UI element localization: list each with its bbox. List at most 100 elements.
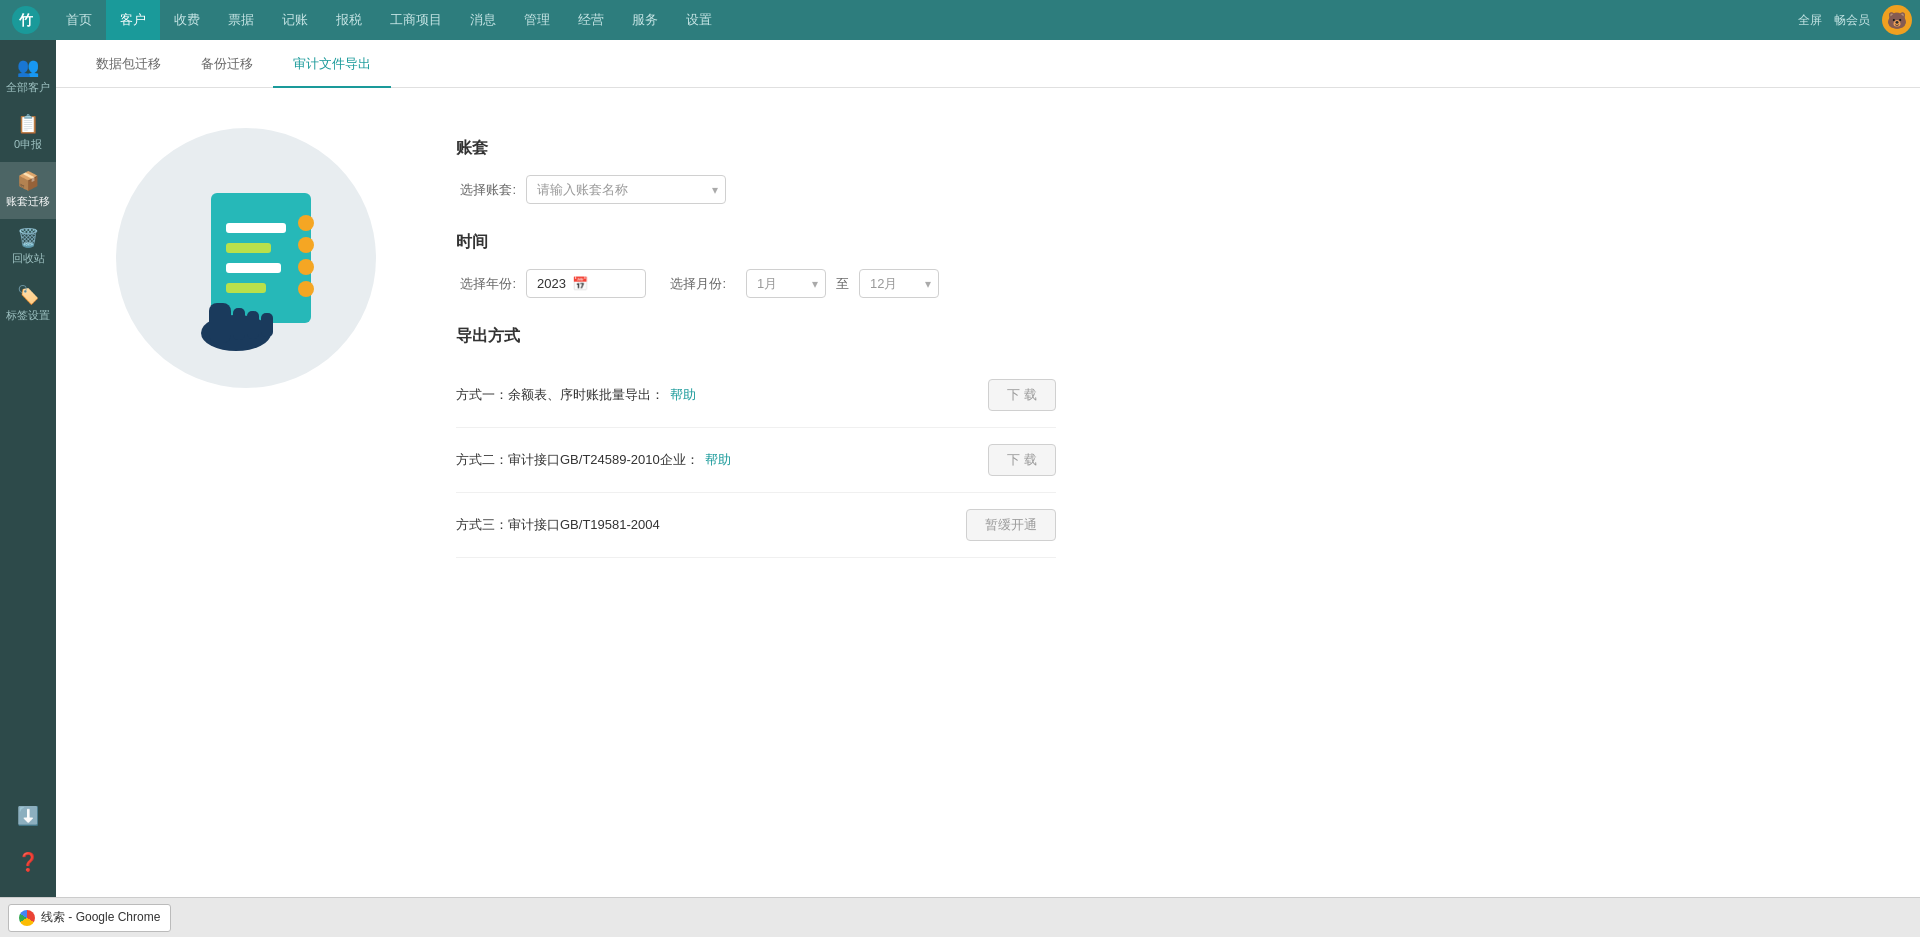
taskbar: 线索 - Google Chrome xyxy=(0,897,1920,937)
export-method-1-label: 方式一：余额表、序时账批量导出： 帮助 xyxy=(456,386,696,404)
export-section-title: 导出方式 xyxy=(456,326,1056,347)
help-icon: ❓ xyxy=(17,853,39,871)
export-method-1-text: 方式一：余额表、序时账批量导出： xyxy=(456,386,664,404)
nav-operations[interactable]: 经营 xyxy=(564,0,618,40)
fullscreen-button[interactable]: 全屏 xyxy=(1798,12,1822,29)
sidebar-item-account-migration[interactable]: 📦 账套迁移 xyxy=(0,162,56,219)
start-month-wrapper: 1月2月3月 4月5月6月 7月8月9月 10月11月12月 xyxy=(746,269,826,298)
sidebar-label-account-migration: 账套迁移 xyxy=(6,194,50,209)
account-select-row: 选择账套: 请输入账套名称 xyxy=(456,175,1056,204)
svg-rect-12 xyxy=(209,303,231,343)
nav-clients[interactable]: 客户 xyxy=(106,0,160,40)
export-method-2-label: 方式二：审计接口GB/T24589-2010企业： 帮助 xyxy=(456,451,731,469)
svg-rect-5 xyxy=(226,263,281,273)
account-migration-icon: 📦 xyxy=(17,172,39,190)
nav-accounting[interactable]: 记账 xyxy=(268,0,322,40)
sidebar-item-tag-settings[interactable]: 🏷️ 标签设置 xyxy=(0,276,56,333)
zero-filing-icon: 📋 xyxy=(17,115,39,133)
sidebar-item-recycle[interactable]: 🗑️ 回收站 xyxy=(0,219,56,276)
year-select-label: 选择年份: xyxy=(456,275,516,293)
form-area: 账套 选择账套: 请输入账套名称 时间 选择年份: 2023 xyxy=(456,128,1056,558)
content-area: 数据包迁移 备份迁移 审计文件导出 xyxy=(56,40,1920,897)
svg-rect-6 xyxy=(226,283,266,293)
end-month-select[interactable]: 1月2月3月 4月5月6月 7月8月9月 10月11月12月 xyxy=(859,269,939,298)
nav-services[interactable]: 服务 xyxy=(618,0,672,40)
illustration-circle xyxy=(116,128,376,388)
export-method-1-download-button[interactable]: 下 载 xyxy=(988,379,1056,411)
sidebar-label-tag-settings: 标签设置 xyxy=(6,308,50,323)
export-method-2-download-button[interactable]: 下 载 xyxy=(988,444,1056,476)
account-select-wrapper: 请输入账套名称 xyxy=(526,175,726,204)
time-row: 2023 📅 选择月份: 1月2月3月 4月5月6月 7月8月9月 10月11月… xyxy=(526,269,939,298)
top-navigation: 竹 首页 客户 收费 票据 记账 报税 工商项目 消息 管理 经营 服务 设置 … xyxy=(0,0,1920,40)
time-select-row: 选择年份: 2023 📅 选择月份: 1月2月3月 4月5月6月 7月8月9月 xyxy=(456,269,1056,298)
export-method-3-text: 方式三：审计接口GB/T19581-2004 xyxy=(456,516,660,534)
member-button[interactable]: 畅会员 xyxy=(1834,12,1870,29)
end-month-wrapper: 1月2月3月 4月5月6月 7月8月9月 10月11月12月 xyxy=(859,269,939,298)
nav-home[interactable]: 首页 xyxy=(52,0,106,40)
taskbar-chrome-label: 线索 - Google Chrome xyxy=(41,909,160,926)
sidebar-label-recycle: 回收站 xyxy=(12,251,45,266)
export-method-2-row: 方式二：审计接口GB/T24589-2010企业： 帮助 下 载 xyxy=(456,428,1056,493)
sidebar-help[interactable]: ❓ xyxy=(0,843,56,881)
svg-text:竹: 竹 xyxy=(18,12,33,28)
time-section-title: 时间 xyxy=(456,232,1056,253)
svg-rect-14 xyxy=(247,311,259,339)
sidebar-item-all-clients[interactable]: 👥 全部客户 xyxy=(0,48,56,105)
sidebar-item-zero-filing[interactable]: 📋 0申报 xyxy=(0,105,56,162)
svg-rect-15 xyxy=(261,313,273,337)
nav-messages[interactable]: 消息 xyxy=(456,0,510,40)
to-text: 至 xyxy=(836,275,849,293)
sidebar: 👥 全部客户 📋 0申报 📦 账套迁移 🗑️ 回收站 🏷️ 标签设置 ⬇️ ❓ xyxy=(0,40,56,897)
svg-rect-2 xyxy=(211,193,311,323)
chrome-icon xyxy=(19,910,35,926)
export-method-3-row: 方式三：审计接口GB/T19581-2004 暂缓开通 xyxy=(456,493,1056,558)
export-method-1-row: 方式一：余额表、序时账批量导出： 帮助 下 载 xyxy=(456,363,1056,428)
main-layout: 👥 全部客户 📋 0申报 📦 账套迁移 🗑️ 回收站 🏷️ 标签设置 ⬇️ ❓ xyxy=(0,40,1920,897)
nav-settings[interactable]: 设置 xyxy=(672,0,726,40)
nav-business[interactable]: 工商项目 xyxy=(376,0,456,40)
tabs-bar: 数据包迁移 备份迁移 审计文件导出 xyxy=(56,40,1920,88)
tag-settings-icon: 🏷️ xyxy=(17,286,39,304)
calendar-icon: 📅 xyxy=(572,276,588,291)
export-method-2-help[interactable]: 帮助 xyxy=(705,451,731,469)
audit-illustration xyxy=(161,163,331,353)
export-method-1-help[interactable]: 帮助 xyxy=(670,386,696,404)
tab-data-migration[interactable]: 数据包迁移 xyxy=(76,41,181,88)
export-method-2-text: 方式二：审计接口GB/T24589-2010企业： xyxy=(456,451,699,469)
all-clients-icon: 👥 xyxy=(17,58,39,76)
recycle-icon: 🗑️ xyxy=(17,229,39,247)
start-month-select[interactable]: 1月2月3月 4月5月6月 7月8月9月 10月11月12月 xyxy=(746,269,826,298)
page-content: 账套 选择账套: 请输入账套名称 时间 选择年份: 2023 xyxy=(56,88,1920,897)
export-method-3-pending-button[interactable]: 暂缓开通 xyxy=(966,509,1056,541)
svg-rect-3 xyxy=(226,223,286,233)
user-avatar[interactable]: 🐻 xyxy=(1882,5,1912,35)
account-select[interactable]: 请输入账套名称 xyxy=(526,175,726,204)
taskbar-chrome-item[interactable]: 线索 - Google Chrome xyxy=(8,904,171,932)
account-section-title: 账套 xyxy=(456,138,1056,159)
svg-point-7 xyxy=(298,215,314,231)
nav-fees[interactable]: 收费 xyxy=(160,0,214,40)
account-select-label: 选择账套: xyxy=(456,181,516,199)
svg-point-9 xyxy=(298,259,314,275)
nav-items: 首页 客户 收费 票据 记账 报税 工商项目 消息 管理 经营 服务 设置 xyxy=(52,0,1798,40)
tab-audit-export[interactable]: 审计文件导出 xyxy=(273,41,391,88)
download-icon: ⬇️ xyxy=(17,807,39,825)
sidebar-label-zero-filing: 0申报 xyxy=(14,137,42,152)
month-select-label: 选择月份: xyxy=(666,275,726,293)
nav-tax[interactable]: 报税 xyxy=(322,0,376,40)
nav-invoices[interactable]: 票据 xyxy=(214,0,268,40)
sidebar-download[interactable]: ⬇️ xyxy=(0,797,56,835)
svg-rect-13 xyxy=(233,308,245,340)
sidebar-label-all-clients: 全部客户 xyxy=(6,80,50,95)
illustration xyxy=(116,128,376,388)
year-value: 2023 xyxy=(537,276,566,291)
sidebar-bottom: ⬇️ ❓ xyxy=(0,797,56,897)
tab-backup-migration[interactable]: 备份迁移 xyxy=(181,41,273,88)
svg-point-8 xyxy=(298,237,314,253)
svg-rect-4 xyxy=(226,243,271,253)
export-method-3-label: 方式三：审计接口GB/T19581-2004 xyxy=(456,516,660,534)
nav-right: 全屏 畅会员 🐻 xyxy=(1798,5,1912,35)
nav-management[interactable]: 管理 xyxy=(510,0,564,40)
year-input[interactable]: 2023 📅 xyxy=(526,269,646,298)
